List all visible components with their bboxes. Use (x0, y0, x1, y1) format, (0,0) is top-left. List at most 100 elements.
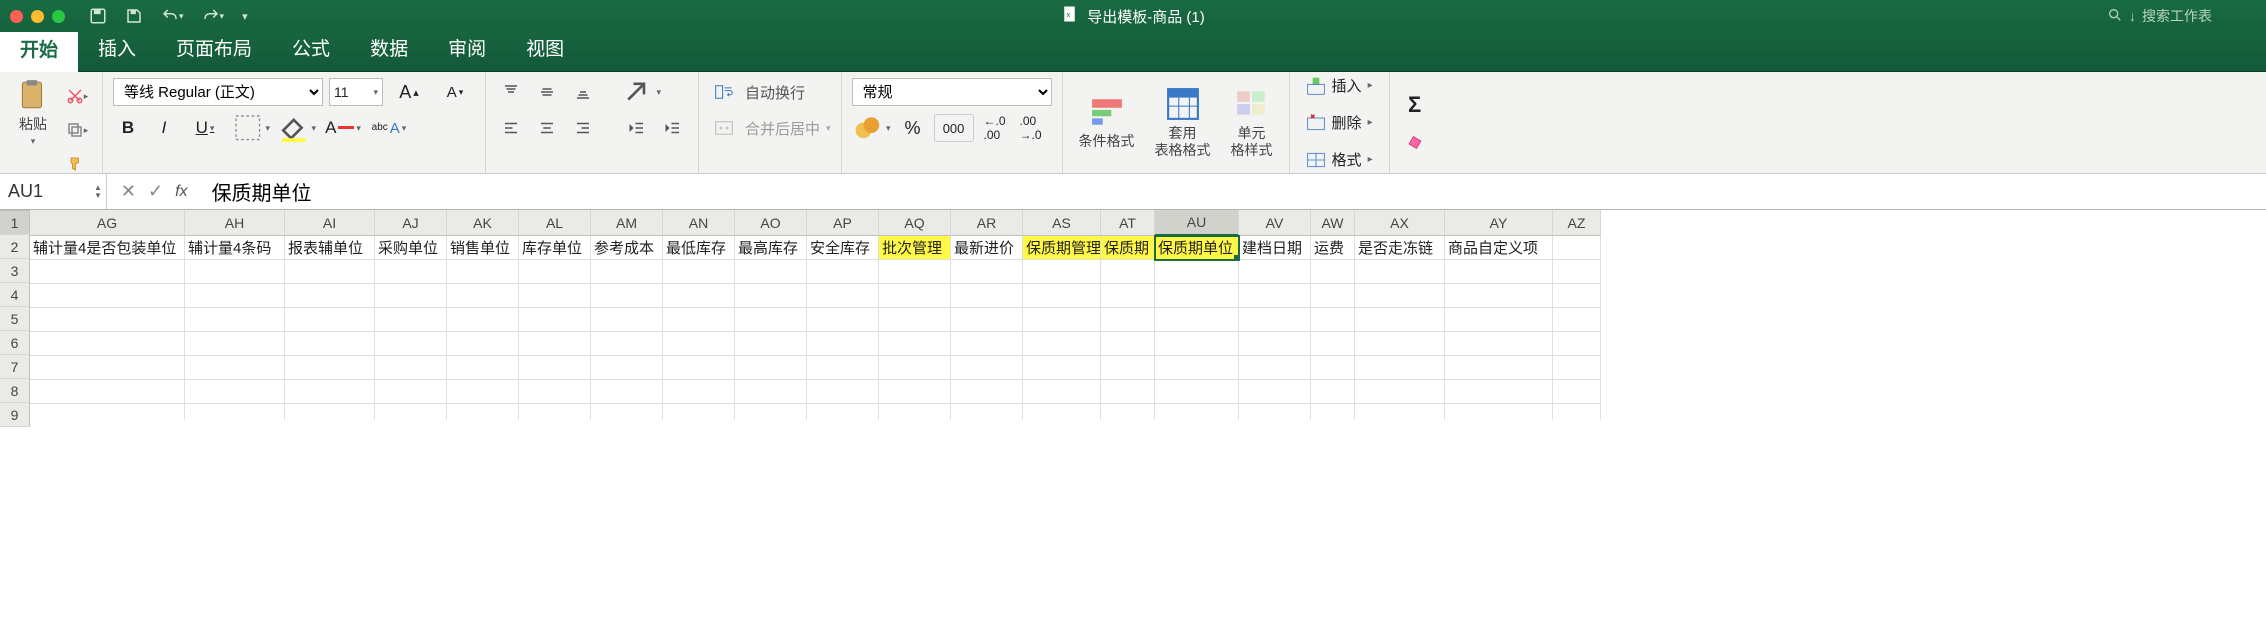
cell-AW3[interactable] (1311, 284, 1355, 308)
minimize-window[interactable] (31, 10, 44, 23)
copy-icon[interactable]: ▸ (62, 116, 92, 144)
increase-decimal-icon[interactable]: ←.0.00 (980, 114, 1010, 142)
phonetic-guide-button[interactable]: abcA▾ (369, 114, 409, 142)
cell-AT7[interactable] (1101, 380, 1155, 404)
cell-AU7[interactable] (1155, 380, 1239, 404)
clear-icon[interactable] (1400, 127, 1430, 155)
conditional-format-button[interactable]: 条件格式 (1073, 95, 1141, 149)
accounting-format-icon[interactable]: ▾ (852, 114, 892, 142)
cell-AX2[interactable] (1355, 260, 1445, 284)
tab-formulas[interactable]: 公式 (272, 26, 350, 71)
cell-AY3[interactable] (1445, 284, 1553, 308)
paste-button[interactable]: 粘贴 ▾ (10, 78, 56, 147)
cell-AG8[interactable] (30, 404, 185, 420)
cell-AI2[interactable] (285, 260, 375, 284)
sheet-search-input[interactable] (2142, 8, 2252, 24)
cell-AS7[interactable] (1023, 380, 1101, 404)
cell-AR6[interactable] (951, 356, 1023, 380)
cell-AY5[interactable] (1445, 332, 1553, 356)
cell-AH1[interactable]: 辅计量4条码 (185, 236, 285, 260)
cell-AR3[interactable] (951, 284, 1023, 308)
cell-AL3[interactable] (519, 284, 591, 308)
cell-AM5[interactable] (591, 332, 663, 356)
tab-review[interactable]: 审阅 (428, 26, 506, 71)
row-header-6[interactable]: 6 (0, 331, 30, 355)
comma-format-icon[interactable]: 000 (934, 114, 974, 142)
cell-AS2[interactable] (1023, 260, 1101, 284)
cell-AH4[interactable] (185, 308, 285, 332)
col-header-AI[interactable]: AI (285, 210, 375, 236)
cell-AJ3[interactable] (375, 284, 447, 308)
col-header-AK[interactable]: AK (447, 210, 519, 236)
cell-AK5[interactable] (447, 332, 519, 356)
cell-AX1[interactable]: 是否走冻链 (1355, 236, 1445, 260)
align-center-icon[interactable] (532, 114, 562, 142)
col-header-AV[interactable]: AV (1239, 210, 1311, 236)
col-header-AS[interactable]: AS (1023, 210, 1101, 236)
row-header-8[interactable]: 8 (0, 379, 30, 403)
cell-AK7[interactable] (447, 380, 519, 404)
cell-AP2[interactable] (807, 260, 879, 284)
cell-AW5[interactable] (1311, 332, 1355, 356)
cell-AZ3[interactable] (1553, 284, 1601, 308)
cell-AV3[interactable] (1239, 284, 1311, 308)
sheet-search[interactable]: ↓ (2107, 7, 2266, 26)
cell-AZ6[interactable] (1553, 356, 1601, 380)
row-header-7[interactable]: 7 (0, 355, 30, 379)
cell-AJ7[interactable] (375, 380, 447, 404)
col-header-AN[interactable]: AN (663, 210, 735, 236)
cell-AG4[interactable] (30, 308, 185, 332)
number-format-select[interactable]: 常规 (852, 78, 1052, 106)
undo-icon[interactable]: ▾ (157, 7, 188, 25)
name-box[interactable] (0, 181, 90, 202)
cell-AP5[interactable] (807, 332, 879, 356)
cell-AZ1[interactable] (1553, 236, 1601, 260)
cell-AN6[interactable] (663, 356, 735, 380)
cell-AP1[interactable]: 安全库存 (807, 236, 879, 260)
cell-AM3[interactable] (591, 284, 663, 308)
cell-AN4[interactable] (663, 308, 735, 332)
tab-page-layout[interactable]: 页面布局 (156, 26, 272, 71)
cell-AZ4[interactable] (1553, 308, 1601, 332)
row-header-4[interactable]: 4 (0, 283, 30, 307)
cell-AX6[interactable] (1355, 356, 1445, 380)
cell-AZ2[interactable] (1553, 260, 1601, 284)
decrease-indent-icon[interactable] (622, 114, 652, 142)
wrap-text-label[interactable]: 自动换行 (745, 82, 805, 103)
cell-AP4[interactable] (807, 308, 879, 332)
cell-AT3[interactable] (1101, 284, 1155, 308)
cell-AW8[interactable] (1311, 404, 1355, 420)
cell-AV8[interactable] (1239, 404, 1311, 420)
cell-AS6[interactable] (1023, 356, 1101, 380)
cell-AQ1[interactable]: 批次管理 (879, 236, 951, 260)
cell-AZ8[interactable] (1553, 404, 1601, 420)
cell-AY7[interactable] (1445, 380, 1553, 404)
cell-AM4[interactable] (591, 308, 663, 332)
cell-AR5[interactable] (951, 332, 1023, 356)
align-top-icon[interactable] (496, 78, 526, 106)
cell-AI5[interactable] (285, 332, 375, 356)
cell-AL4[interactable] (519, 308, 591, 332)
cell-AI7[interactable] (285, 380, 375, 404)
cell-AJ4[interactable] (375, 308, 447, 332)
cell-AP7[interactable] (807, 380, 879, 404)
merge-center-icon[interactable] (709, 114, 739, 142)
cell-AM7[interactable] (591, 380, 663, 404)
col-header-AO[interactable]: AO (735, 210, 807, 236)
cell-AT8[interactable] (1101, 404, 1155, 420)
cell-AG5[interactable] (30, 332, 185, 356)
cell-AO4[interactable] (735, 308, 807, 332)
fx-icon[interactable]: fx (175, 183, 187, 201)
col-header-AG[interactable]: AG (30, 210, 185, 236)
cell-AT2[interactable] (1101, 260, 1155, 284)
cell-AK2[interactable] (447, 260, 519, 284)
cell-AN5[interactable] (663, 332, 735, 356)
col-header-AX[interactable]: AX (1355, 210, 1445, 236)
insert-cells-button[interactable]: 插入▸ (1300, 71, 1379, 100)
cell-AP6[interactable] (807, 356, 879, 380)
col-header-AR[interactable]: AR (951, 210, 1023, 236)
cell-AU4[interactable] (1155, 308, 1239, 332)
cell-AT4[interactable] (1101, 308, 1155, 332)
cell-AG1[interactable]: 辅计量4是否包装单位 (30, 236, 185, 260)
align-bottom-icon[interactable] (568, 78, 598, 106)
